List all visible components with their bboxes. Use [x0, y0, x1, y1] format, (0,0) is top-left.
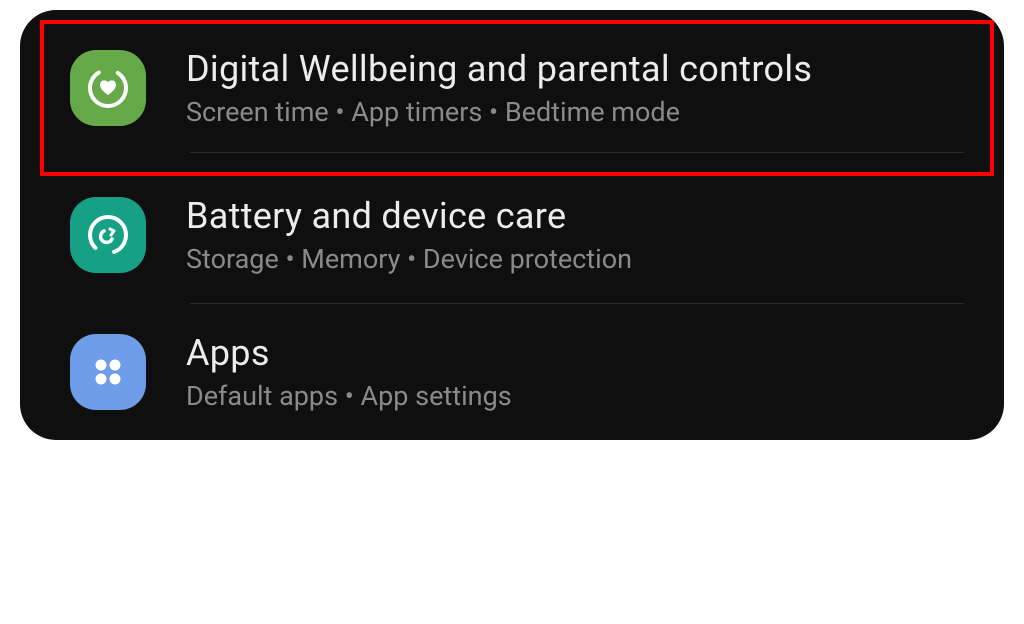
wellbeing-icon	[70, 50, 146, 126]
item-title: Digital Wellbeing and parental controls	[186, 48, 812, 90]
settings-item-battery[interactable]: Battery and device care Storage • Memory…	[20, 167, 1004, 303]
settings-item-digital-wellbeing[interactable]: Digital Wellbeing and parental controls …	[20, 10, 1004, 166]
text-container: Digital Wellbeing and parental controls …	[186, 48, 812, 128]
item-title: Apps	[186, 332, 512, 374]
settings-panel: Digital Wellbeing and parental controls …	[20, 10, 1004, 440]
text-container: Battery and device care Storage • Memory…	[186, 195, 632, 275]
apps-icon	[70, 334, 146, 410]
item-subtitle: Default apps • App settings	[186, 380, 512, 412]
battery-care-icon	[70, 197, 146, 273]
text-container: Apps Default apps • App settings	[186, 332, 512, 412]
divider	[190, 152, 964, 153]
item-subtitle: Storage • Memory • Device protection	[186, 243, 632, 275]
settings-item-apps[interactable]: Apps Default apps • App settings	[20, 304, 1004, 440]
item-title: Battery and device care	[186, 195, 632, 237]
item-subtitle: Screen time • App timers • Bedtime mode	[186, 96, 812, 128]
